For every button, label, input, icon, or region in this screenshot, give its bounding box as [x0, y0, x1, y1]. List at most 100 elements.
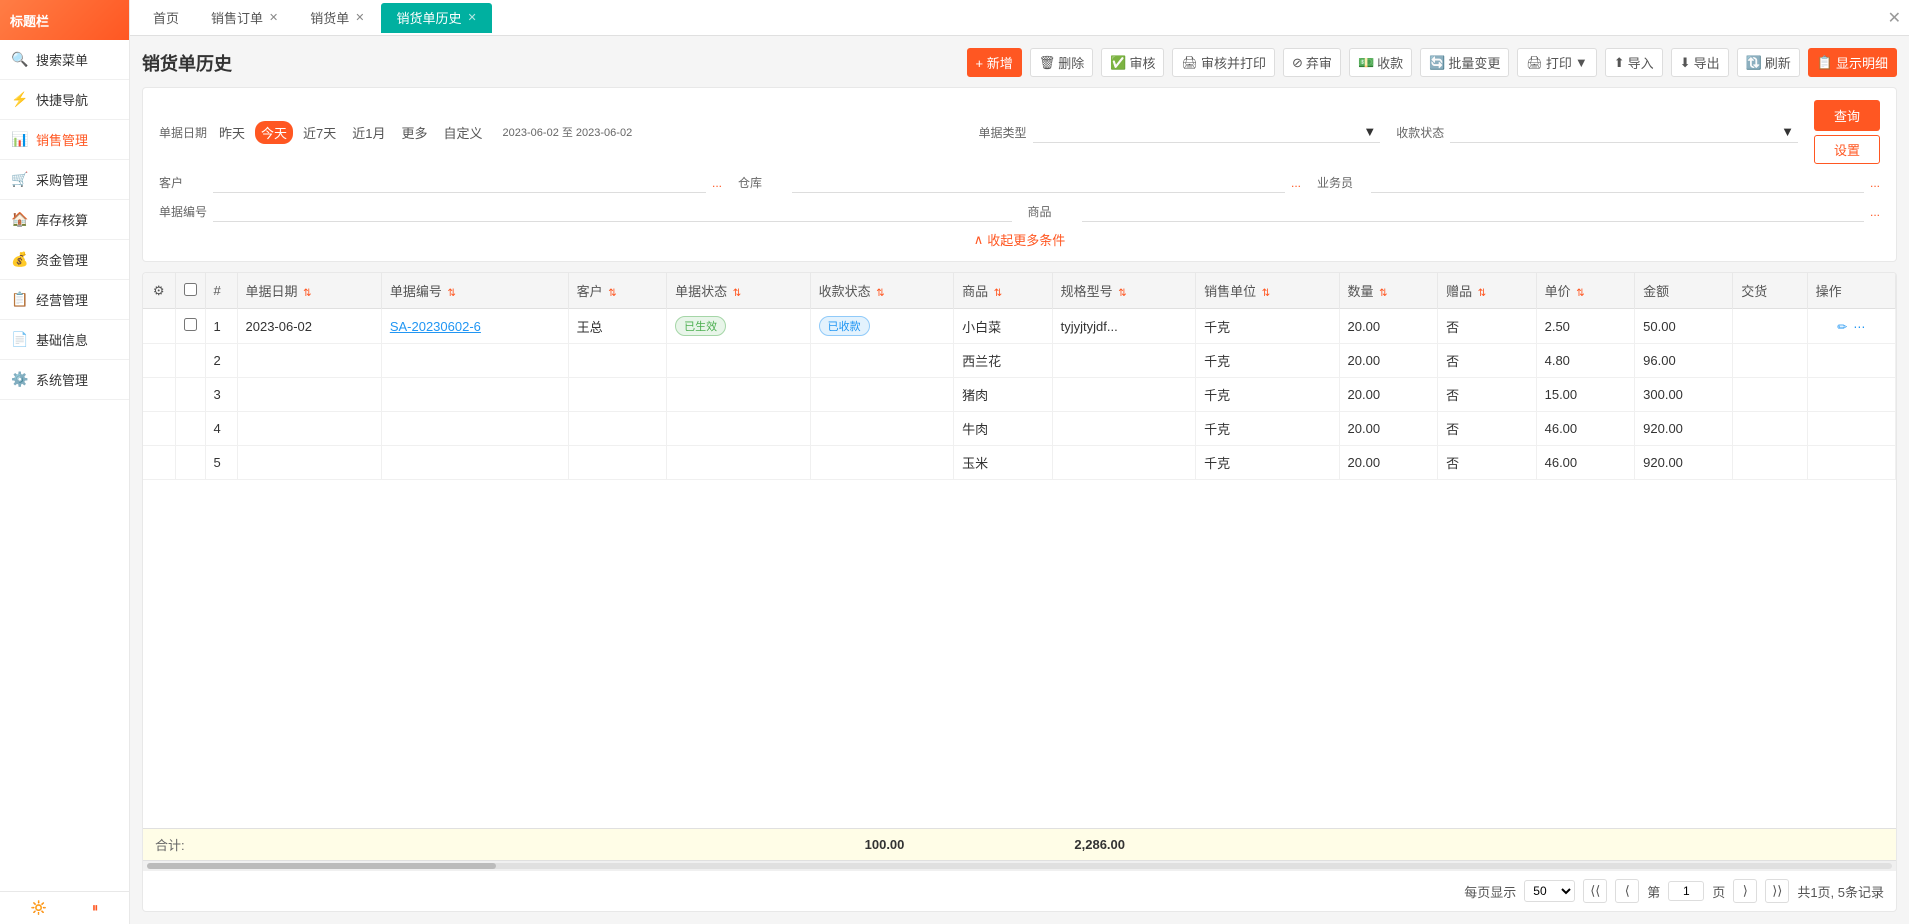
- cell-ops[interactable]: [1807, 378, 1895, 412]
- table-wrap[interactable]: ⚙ # 单据日期 ⇅ 单据编号 ⇅ 客户 ⇅ 单据状态 ⇅ 收款状态 ⇅ 商品 …: [143, 273, 1896, 828]
- col-collect-status[interactable]: 收款状态 ⇅: [810, 273, 953, 309]
- new-button[interactable]: + 新增: [967, 48, 1022, 77]
- query-button[interactable]: 查询: [1814, 100, 1880, 131]
- col-gear[interactable]: ⚙: [143, 273, 175, 309]
- close-sales-delivery-tab[interactable]: ✕: [355, 11, 364, 24]
- export-button[interactable]: ⬇ 导出: [1671, 48, 1729, 77]
- col-amount: 金额: [1635, 273, 1733, 309]
- import-button[interactable]: ⬆ 导入: [1605, 48, 1663, 77]
- cell-checkbox[interactable]: [175, 446, 205, 480]
- col-gift[interactable]: 赠品 ⇅: [1438, 273, 1537, 309]
- date-btn-1month[interactable]: 近1月: [346, 121, 391, 144]
- cell-checkbox[interactable]: [175, 309, 205, 344]
- row-checkbox[interactable]: [184, 318, 197, 331]
- refresh-button[interactable]: 🔃 刷新: [1737, 48, 1800, 77]
- collect-status-select[interactable]: ▼: [1450, 121, 1798, 143]
- col-goods[interactable]: 商品 ⇅: [954, 273, 1053, 309]
- col-doc-status[interactable]: 单据状态 ⇅: [667, 273, 810, 309]
- date-btn-yesterday[interactable]: 昨天: [213, 121, 251, 144]
- doc-no-link[interactable]: SA-20230602-6: [390, 319, 481, 334]
- sidebar-item-quick-nav[interactable]: ⚡ 快捷导航: [0, 80, 129, 120]
- print-button[interactable]: 🖨 打印 ▼: [1517, 48, 1596, 77]
- cell-ops[interactable]: [1807, 446, 1895, 480]
- cell-doc-no[interactable]: [381, 344, 568, 378]
- abandon-button[interactable]: ⊘ 弃审: [1283, 48, 1341, 77]
- page-input[interactable]: [1668, 881, 1704, 901]
- close-sales-order-tab[interactable]: ✕: [269, 11, 278, 24]
- collapse-btn[interactable]: ∧ 收起更多条件: [159, 230, 1880, 249]
- delete-button[interactable]: 🗑 删除: [1030, 48, 1094, 77]
- col-spec[interactable]: 规格型号 ⇅: [1052, 273, 1195, 309]
- cell-doc-no[interactable]: SA-20230602-6: [381, 309, 568, 344]
- doc-no-input[interactable]: [213, 201, 1011, 222]
- page-header: 销货单历史 + 新增 🗑 删除 ✅ 审核 🖨 审核并打印 ⊘: [142, 48, 1897, 77]
- date-btn-custom[interactable]: 自定义: [438, 121, 489, 144]
- audit-button[interactable]: ✅ 审核: [1101, 48, 1164, 77]
- batch-change-button[interactable]: 🔄 批量变更: [1420, 48, 1509, 77]
- col-price[interactable]: 单价 ⇅: [1536, 273, 1635, 309]
- customer-ellipsis[interactable]: ...: [712, 176, 722, 190]
- set-button[interactable]: 设置: [1814, 135, 1880, 164]
- doc-type-select[interactable]: ▼: [1033, 121, 1381, 143]
- prev-page-btn[interactable]: ⟨: [1615, 879, 1639, 903]
- sidebar-item-sales-mgmt[interactable]: 📊 销售管理: [0, 120, 129, 160]
- tab-sales-delivery[interactable]: 销货单 ✕: [295, 3, 379, 33]
- date-btn-today[interactable]: 今天: [255, 121, 293, 144]
- next-page-btn[interactable]: ⟩: [1733, 879, 1757, 903]
- audit-icon: ✅: [1110, 55, 1126, 71]
- show-detail-button[interactable]: 📋 显示明细: [1808, 48, 1897, 77]
- table-scroll-bar[interactable]: [143, 860, 1896, 870]
- col-transaction: 交货: [1733, 273, 1807, 309]
- tab-sales-history[interactable]: 销货单历史 ✕: [381, 3, 491, 33]
- col-unit[interactable]: 销售单位 ⇅: [1196, 273, 1339, 309]
- cell-checkbox[interactable]: [175, 412, 205, 446]
- sidebar-item-operation[interactable]: 📋 经营管理: [0, 280, 129, 320]
- col-customer[interactable]: 客户 ⇅: [568, 273, 667, 309]
- tab-home[interactable]: 首页: [138, 3, 194, 33]
- select-all-checkbox[interactable]: [184, 283, 197, 296]
- col-date[interactable]: 单据日期 ⇅: [237, 273, 381, 309]
- cell-ops[interactable]: [1807, 412, 1895, 446]
- col-doc-no[interactable]: 单据编号 ⇅: [381, 273, 568, 309]
- cell-ops[interactable]: ✏⋯: [1807, 309, 1895, 344]
- cell-checkbox[interactable]: [175, 344, 205, 378]
- salesman-input[interactable]: [1371, 172, 1864, 193]
- op-btn[interactable]: ⋯: [1853, 320, 1865, 334]
- date-label: 单据日期: [159, 124, 207, 141]
- goods-input[interactable]: [1082, 201, 1864, 222]
- tab-sales-order[interactable]: 销售订单 ✕: [196, 3, 293, 33]
- customer-input[interactable]: [213, 172, 706, 193]
- goods-ellipsis[interactable]: ...: [1870, 205, 1880, 219]
- pause-icon[interactable]: ⏸: [92, 900, 99, 916]
- first-page-btn[interactable]: ⟨⟨: [1583, 879, 1607, 903]
- cell-checkbox[interactable]: [175, 378, 205, 412]
- sidebar-item-purchase-mgmt[interactable]: 🛒 采购管理: [0, 160, 129, 200]
- close-all-tabs[interactable]: ✕: [1888, 8, 1901, 28]
- date-btn-more[interactable]: 更多: [396, 121, 434, 144]
- delete-icon: 🗑: [1039, 55, 1056, 71]
- op-btn[interactable]: ✏: [1837, 320, 1847, 334]
- last-page-btn[interactable]: ⟩⟩: [1765, 879, 1789, 903]
- cell-unit: 千克: [1196, 344, 1339, 378]
- cell-doc-no[interactable]: [381, 412, 568, 446]
- brightness-icon[interactable]: 🔆: [31, 900, 47, 916]
- cell-doc-no[interactable]: [381, 378, 568, 412]
- per-page-select[interactable]: 50 100 200: [1524, 880, 1575, 902]
- sidebar-item-basic-info[interactable]: 📄 基础信息: [0, 320, 129, 360]
- sidebar-item-search-menu[interactable]: 🔍 搜索菜单: [0, 40, 129, 80]
- salesman-ellipsis[interactable]: ...: [1870, 176, 1880, 190]
- cell-doc-no[interactable]: [381, 446, 568, 480]
- warehouse-input[interactable]: [792, 172, 1285, 193]
- col-qty[interactable]: 数量 ⇅: [1339, 273, 1438, 309]
- warehouse-ellipsis[interactable]: ...: [1291, 176, 1301, 190]
- sidebar-item-finance[interactable]: 💰 资金管理: [0, 240, 129, 280]
- cell-ops[interactable]: [1807, 344, 1895, 378]
- sidebar-item-sys-mgmt[interactable]: ⚙️ 系统管理: [0, 360, 129, 400]
- collect-button[interactable]: 💵 收款: [1349, 48, 1412, 77]
- audit-print-button[interactable]: 🖨 审核并打印: [1172, 48, 1275, 77]
- sidebar: 标题栏 🔍 搜索菜单 ⚡ 快捷导航 📊 销售管理 🛒 采购管理 🏠 库存核算 💰…: [0, 0, 130, 924]
- sidebar-item-inventory[interactable]: 🏠 库存核算: [0, 200, 129, 240]
- scroll-thumb[interactable]: [147, 863, 496, 869]
- date-btn-7days[interactable]: 近7天: [297, 121, 342, 144]
- close-sales-history-tab[interactable]: ✕: [468, 11, 477, 24]
